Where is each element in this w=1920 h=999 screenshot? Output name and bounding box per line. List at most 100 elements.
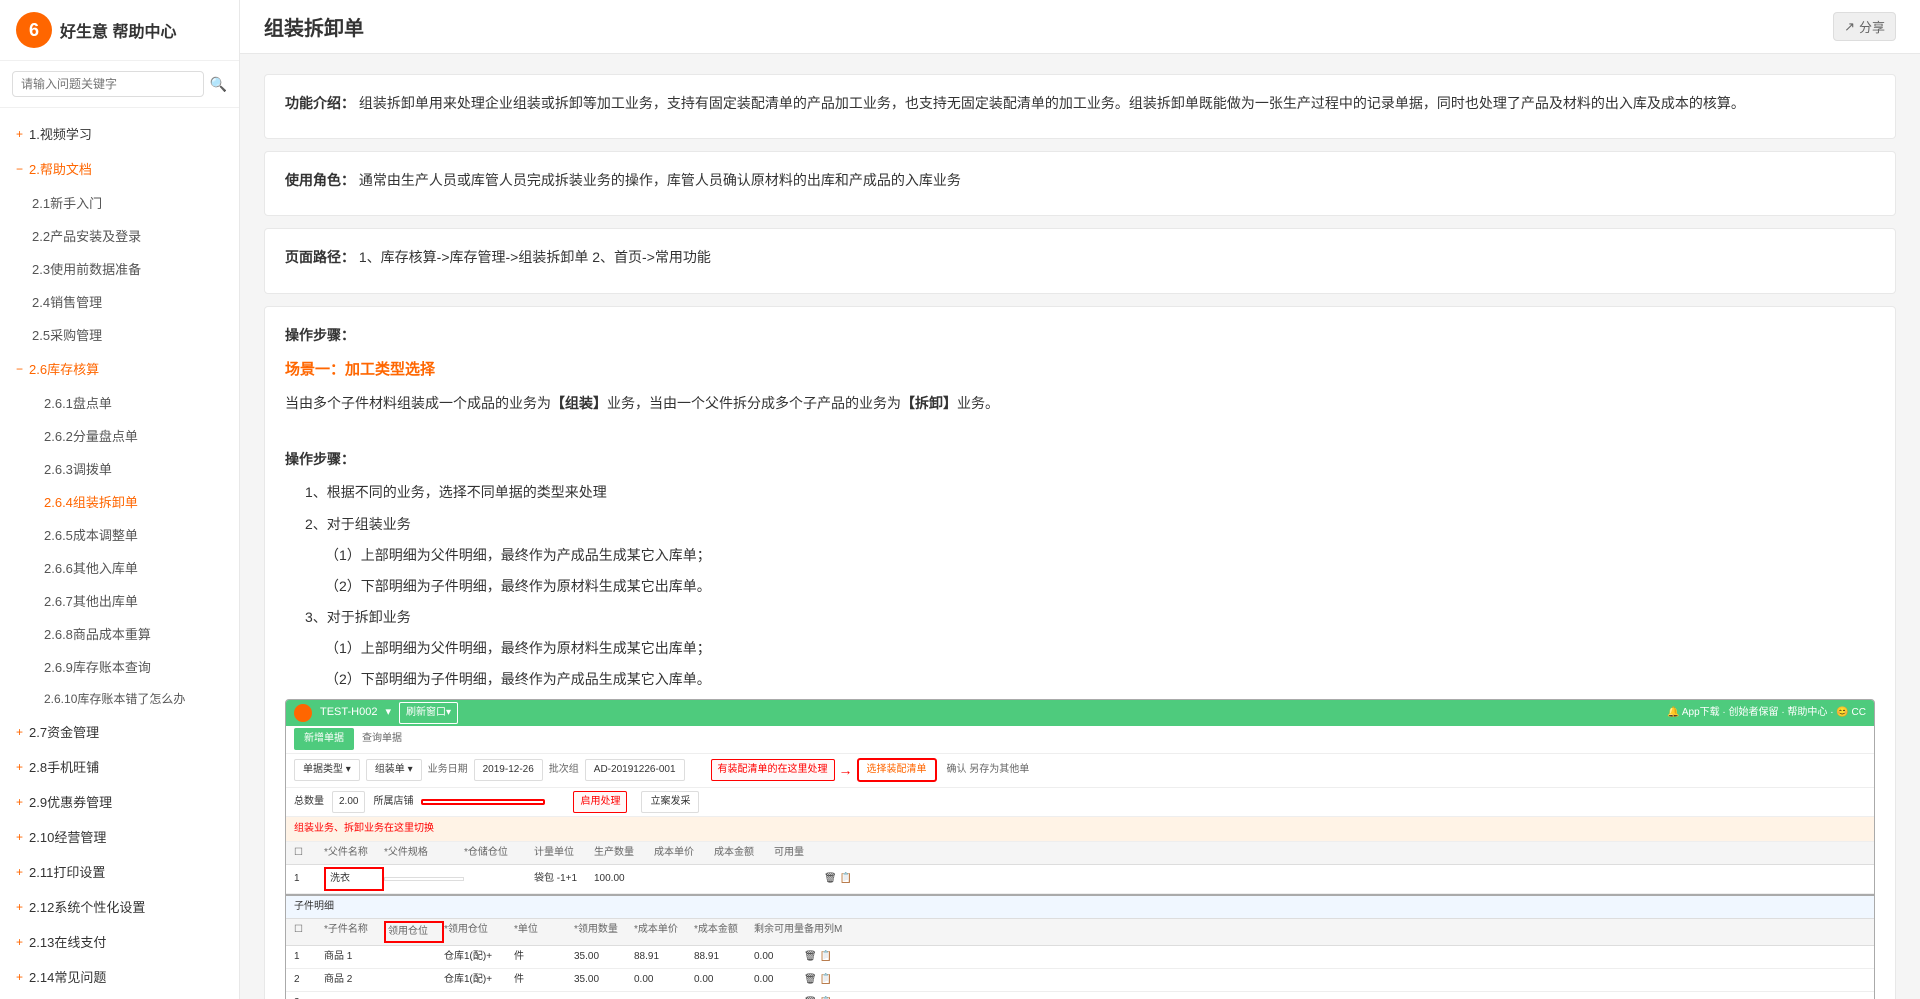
- col-spec: *父件规格: [384, 844, 464, 862]
- sidebar-item-label: 2.6.6其他入库单: [44, 558, 138, 577]
- page-title: 组装拆卸单: [264, 12, 364, 41]
- sidebar-item-label: 2.10经营管理: [29, 827, 106, 846]
- sidebar-item-print[interactable]: + 2.11打印设置: [0, 854, 239, 889]
- col-name: *父件名称: [324, 844, 384, 862]
- sidebar-item-purchase[interactable]: 2.5采购管理: [0, 318, 239, 351]
- sidebar-item-label: 2.3使用前数据准备: [32, 259, 141, 278]
- mock-titlebar-left: TEST-H002 ▾ 刷新窗口▾: [294, 702, 458, 724]
- mock-confirm-btn: 确认 另存为其他单: [947, 761, 1030, 779]
- mock-form-toolbar: 单据类型 ▾ 组装单 ▾ 业务日期 2019-12-26 批次组 AD-2019…: [286, 754, 1874, 788]
- step2: 2、对于组装业务: [305, 512, 1875, 537]
- mock-logo: [294, 704, 312, 722]
- sidebar-item-other-in[interactable]: 2.6.6其他入库单: [0, 551, 239, 584]
- mock-upper-table-header: ☐ *父件名称 *父件规格 *仓储仓位 计量单位 生产数量 成本单价 成本金额 …: [286, 842, 1874, 865]
- sidebar-item-label: 2.1新手入门: [32, 193, 102, 212]
- mock-lower-section-label: 子件明细: [286, 894, 1874, 919]
- sidebar-item-label: 2.11打印设置: [29, 862, 105, 881]
- sidebar-item-cost-recalc[interactable]: 2.6.8商品成本重算: [0, 617, 239, 650]
- col-ops: [824, 844, 864, 862]
- mock-refresh-btn: 刷新窗口▾: [399, 702, 458, 724]
- path-card: 页面路径： 1、库存核算->库存管理->组装拆卸单 2、首页->常用功能: [264, 228, 1896, 293]
- sidebar-item-finance[interactable]: + 2.7资金管理: [0, 714, 239, 749]
- sidebar-item-split-stock[interactable]: 2.6.2分量盘点单: [0, 419, 239, 452]
- sidebar-item-ops[interactable]: + 2.10经营管理: [0, 819, 239, 854]
- share-icon: ↗: [1844, 19, 1855, 35]
- mock-separator: ▾: [385, 703, 391, 723]
- expand-icon: +: [16, 970, 23, 984]
- scenario-desc-mid: 业务，当由一个父件拆分成多个子产品的业务为: [607, 395, 901, 411]
- sidebar-item-label: 2.6.7其他出库单: [44, 591, 138, 610]
- role-text: 使用角色： 通常由生产人员或库管人员完成拆装业务的操作，库管人员确认原材料的出库…: [285, 168, 1875, 193]
- sidebar-item-label: 2.6.9库存账本查询: [44, 657, 151, 676]
- sidebar-item-payment[interactable]: + 2.13在线支付: [0, 924, 239, 959]
- mock-confirm-btn2: 立案发采: [641, 791, 699, 813]
- step3-2: （2）下部明细为子件明细，最终作为产成品生成某它入库单。: [325, 667, 1875, 692]
- mock-active-tab: 新增单据: [294, 728, 354, 750]
- sidebar-item-new[interactable]: 2.1新手入门: [0, 186, 239, 219]
- sidebar-item-custom[interactable]: + 2.12系统个性化设置: [0, 889, 239, 924]
- mock-tab2: 查询单据: [362, 730, 402, 748]
- sidebar-item-data[interactable]: 2.3使用前数据准备: [0, 252, 239, 285]
- assemble-label: 【组装】: [551, 395, 607, 411]
- sidebar-item-transfer[interactable]: 2.6.3调拨单: [0, 452, 239, 485]
- sidebar-header: 6 好生意 帮助中心: [0, 0, 239, 61]
- col-qty: 计量单位: [534, 844, 594, 862]
- sidebar-item-label: 2.6.10库存账本错了怎么办: [44, 690, 185, 707]
- intro-body: 组装拆卸单用来处理企业组装或拆卸等加工业务，支持有固定装配清单的产品加工业务，也…: [359, 95, 1745, 111]
- mock-lower-row3: 3 🗑 📋: [286, 992, 1874, 999]
- disassemble-label: 【拆卸】: [901, 395, 957, 411]
- sidebar-item-stock-check[interactable]: 2.6.9库存账本查询: [0, 650, 239, 683]
- mock-lower-row1: 1 商品 1 仓库1(配)+ 件 35.00 88.91 88.91 0.00 …: [286, 946, 1874, 969]
- expand-icon: +: [16, 795, 23, 809]
- intro-label: 功能介绍：: [285, 95, 355, 111]
- annotation-business: 组装业务、拆卸业务在这里切换: [294, 820, 434, 838]
- mock-titlebar-right: 🔔 App下载 · 创始者保留 · 帮助中心 · 😊 CC: [1667, 704, 1866, 722]
- sidebar-item-other-out[interactable]: 2.6.7其他出库单: [0, 584, 239, 617]
- mock-type-value: 组装单 ▾: [366, 759, 422, 781]
- sidebar-item-cases[interactable]: + 2.15操作案例: [0, 994, 239, 999]
- sidebar-item-label: 1.视频学习: [29, 124, 92, 143]
- steps-title: 操作步骤：: [285, 447, 1875, 472]
- sidebar-item-label: 2.12系统个性化设置: [29, 897, 145, 916]
- sidebar-item-inventory[interactable]: − 2.6库存核算: [0, 351, 239, 386]
- share-button[interactable]: ↗ 分享: [1833, 12, 1896, 41]
- search-icon[interactable]: 🔍: [210, 76, 227, 93]
- mock-qty-row: 总数量 2.00 所属店铺 启用处理 立案发采: [286, 788, 1874, 817]
- role-label: 使用角色：: [285, 172, 355, 188]
- role-body: 通常由生产人员或库管人员完成拆装业务的操作，库管人员确认原材料的出库和产成品的入…: [359, 172, 961, 188]
- sidebar-item-sales[interactable]: 2.4销售管理: [0, 285, 239, 318]
- search-input[interactable]: [12, 71, 204, 97]
- app-title: 好生意 帮助中心: [60, 18, 176, 42]
- sidebar-item-mobile[interactable]: + 2.8手机旺铺: [0, 749, 239, 784]
- collapse-icon: −: [16, 362, 23, 376]
- sidebar-item-cost-adjust[interactable]: 2.6.5成本调整单: [0, 518, 239, 551]
- annotation-top-text: 有装配清单的在这里处理: [711, 759, 835, 781]
- sidebar-item-video[interactable]: + 1.视频学习: [0, 116, 239, 151]
- scenario-desc-text: 当由多个子件材料组装成一个成品的业务为: [285, 395, 551, 411]
- col-num: 生产数量: [594, 844, 654, 862]
- mock-window: TEST-H002 ▾ 刷新窗口▾ 🔔 App下载 · 创始者保留 · 帮助中心…: [285, 699, 1875, 999]
- app-logo: 6: [16, 12, 52, 48]
- sidebar-item-label: 2.14常见问题: [29, 967, 106, 986]
- sidebar-item-label: 2.9优惠券管理: [29, 792, 112, 811]
- sidebar-item-coupon[interactable]: + 2.9优惠券管理: [0, 784, 239, 819]
- sidebar-item-label: 2.8手机旺铺: [29, 757, 99, 776]
- sidebar-item-faq[interactable]: + 2.14常见问题: [0, 959, 239, 994]
- sidebar-item-label: 2.6.1盘点单: [44, 393, 112, 412]
- mock-lower-col2: 领用仓位: [384, 921, 444, 943]
- mock-qty-label: 总数量: [294, 793, 324, 811]
- step3: 3、对于拆卸业务: [305, 605, 1875, 630]
- sidebar-item-stock-error[interactable]: 2.6.10库存账本错了怎么办: [0, 683, 239, 714]
- sidebar-item-label: 2.6.4组装拆卸单: [44, 492, 138, 511]
- nav-list: + 1.视频学习 − 2.帮助文档 2.1新手入门 2.2产品安装及登录 2.3…: [0, 108, 239, 999]
- path-body: 1、库存核算->库存管理->组装拆卸单 2、首页->常用功能: [359, 249, 711, 265]
- step1: 1、根据不同的业务，选择不同单据的类型来处理: [305, 480, 1875, 505]
- expand-icon: +: [16, 127, 23, 141]
- sidebar-item-assembly[interactable]: 2.6.4组装拆卸单: [0, 485, 239, 518]
- top-bar: 组装拆卸单 ↗ 分享: [240, 0, 1920, 54]
- intro-card: 功能介绍： 组装拆卸单用来处理企业组装或拆卸等加工业务，支持有固定装配清单的产品…: [264, 74, 1896, 139]
- sidebar-item-stocktake[interactable]: 2.6.1盘点单: [0, 386, 239, 419]
- sidebar-item-docs[interactable]: − 2.帮助文档: [0, 151, 239, 186]
- sidebar-item-install[interactable]: 2.2产品安装及登录: [0, 219, 239, 252]
- sidebar-item-label: 2.6.5成本调整单: [44, 525, 138, 544]
